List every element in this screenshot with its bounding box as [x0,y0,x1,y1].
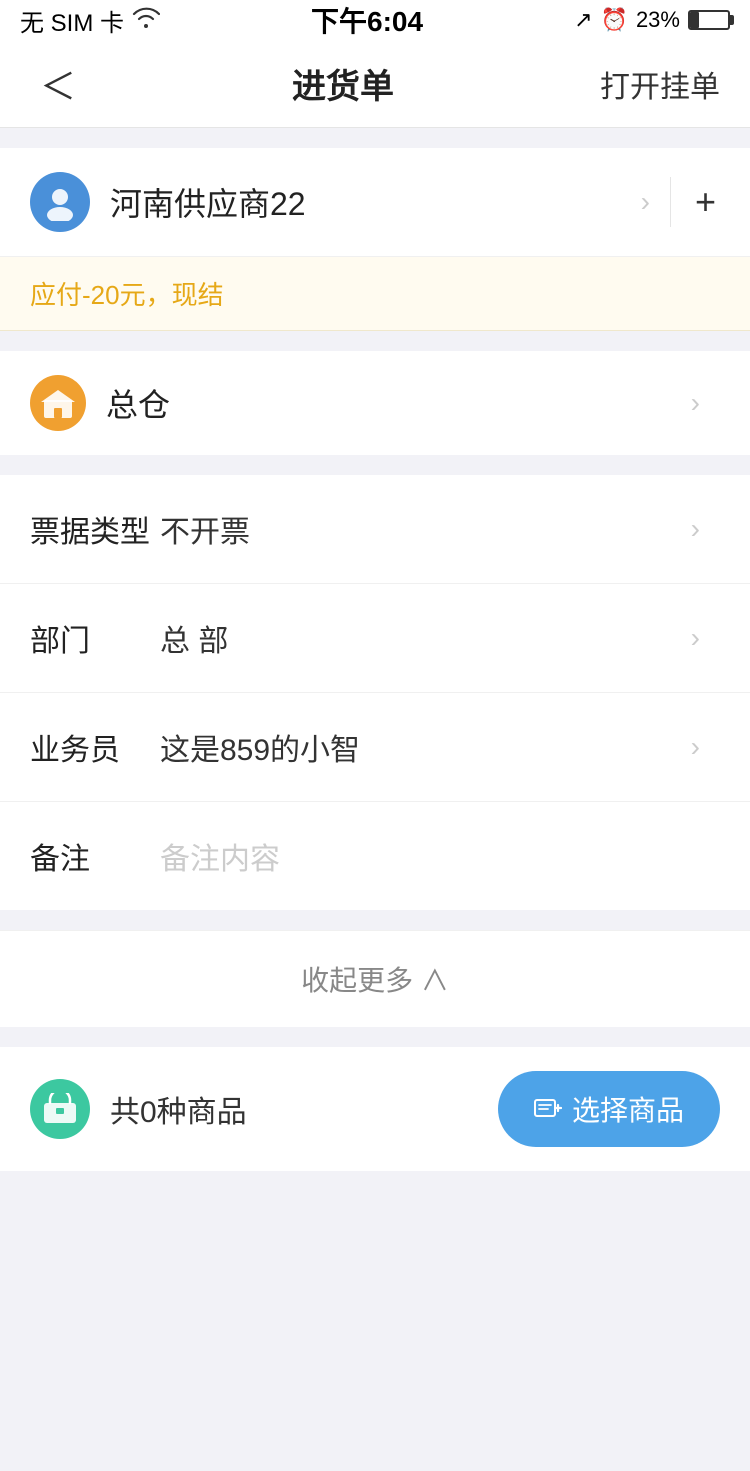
department-label: 部门 [30,616,160,660]
invoice-type-chevron-icon: › [691,513,700,545]
warehouse-name: 总仓 [106,380,691,426]
product-icon-wrap [30,1079,90,1139]
carrier-label: 无 SIM 卡 [20,3,124,38]
section-gap-1 [0,128,750,148]
notice-bar: 应付-20元，现结 [0,257,750,331]
back-button[interactable]: ＜ [30,48,86,120]
invoice-type-value: 不开票 [160,507,691,551]
collapse-button[interactable]: 收起更多 ∧ [0,930,750,1027]
select-product-label: 选择商品 [572,1089,684,1129]
nav-bar: ＜ 进货单 打开挂单 [0,40,750,128]
status-right: ↗ ⏰ 23% [574,7,730,33]
battery-percent: 23% [636,7,680,33]
salesperson-value: 这是859的小智 [160,725,691,769]
department-value: 总 部 [160,616,691,660]
salesperson-row[interactable]: 业务员 这是859的小智 › [0,693,750,802]
form-section: 票据类型 不开票 › 部门 总 部 › 业务员 这是859的小智 › 备注 备注… [0,475,750,910]
status-bar: 无 SIM 卡 下午6:04 ↗ ⏰ 23% [0,0,750,40]
invoice-type-row[interactable]: 票据类型 不开票 › [0,475,750,584]
select-product-button[interactable]: 选择商品 [498,1071,720,1147]
bottom-area [0,1171,750,1471]
supplier-section: 河南供应商22 › + 应付-20元，现结 [0,148,750,331]
remark-input[interactable]: 备注内容 [160,834,720,878]
location-icon: ↗ [574,7,592,33]
warehouse-chevron-icon: › [691,387,700,419]
remark-label: 备注 [30,834,160,878]
wifi-icon [132,6,160,35]
salesperson-label: 业务员 [30,725,160,769]
invoice-type-label: 票据类型 [30,507,160,551]
remark-row[interactable]: 备注 备注内容 [0,802,750,910]
collapse-label: 收起更多 ∧ [301,959,449,999]
supplier-chevron-icon: › [641,186,650,218]
supplier-name: 河南供应商22 [110,179,641,225]
status-time: 下午6:04 [311,0,423,40]
status-left: 无 SIM 卡 [20,3,160,38]
page-title: 进货单 [292,59,394,108]
warehouse-icon-wrap [30,375,86,431]
department-chevron-icon: › [691,622,700,654]
battery-icon [688,10,730,30]
add-supplier-button[interactable]: + [670,177,720,227]
notice-text: 应付-20元，现结 [30,280,224,310]
supplier-avatar [30,172,90,232]
department-row[interactable]: 部门 总 部 › [0,584,750,693]
product-section: 共0种商品 选择商品 [0,1047,750,1171]
salesperson-chevron-icon: › [691,731,700,763]
warehouse-section[interactable]: 总仓 › [0,351,750,455]
open-pending-button[interactable]: 打开挂单 [600,62,720,106]
product-count-label: 共0种商品 [110,1087,498,1131]
alarm-icon: ⏰ [601,7,628,33]
supplier-row[interactable]: 河南供应商22 › + [0,148,750,257]
